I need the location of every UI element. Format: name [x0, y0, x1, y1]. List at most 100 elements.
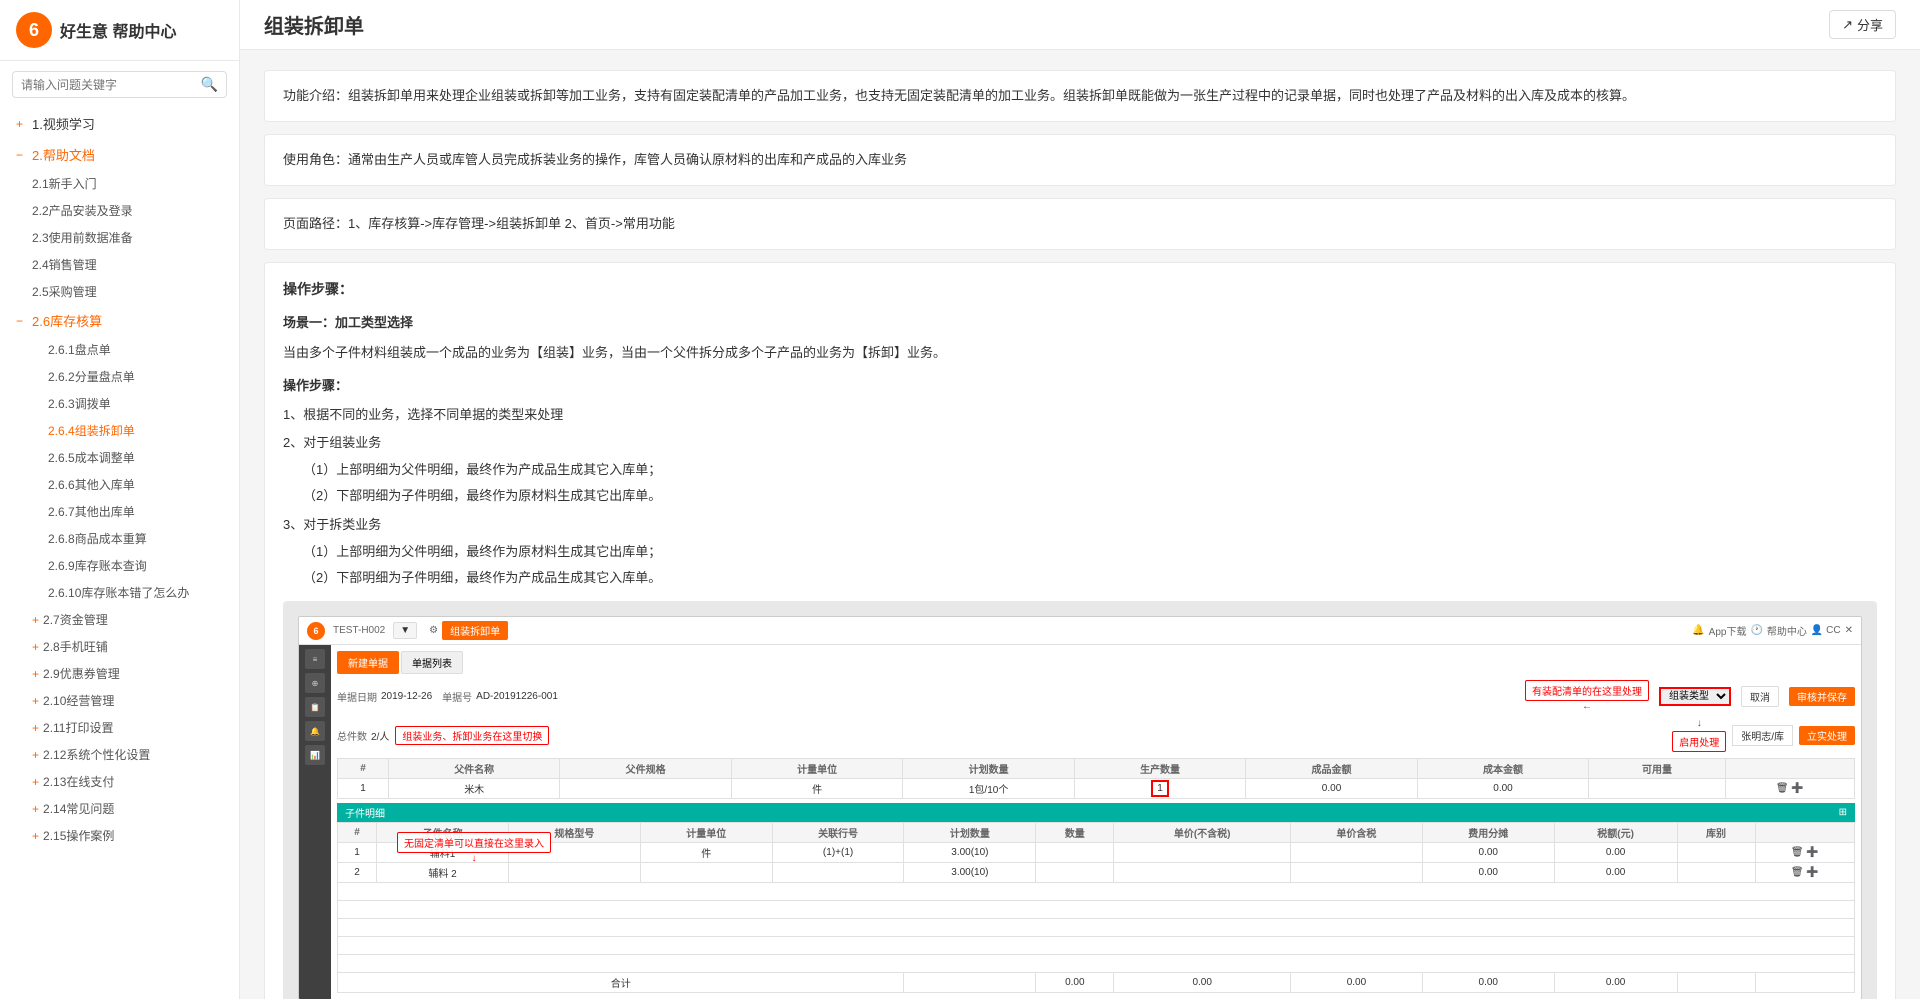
sidebar-item-label: 2.6.6其他入库单 — [48, 476, 135, 493]
search-button[interactable]: 🔍 — [201, 76, 218, 93]
sidebar-item-265[interactable]: 2.6.5成本调整单 — [0, 444, 239, 471]
lcell-ops: 🗑 ➕ — [1755, 863, 1854, 883]
confirm-btn[interactable]: 立实处理 — [1799, 726, 1855, 745]
expand-icon: + — [32, 667, 39, 681]
count-label: 总件数 — [337, 728, 367, 743]
lcell-warehouse — [1677, 863, 1755, 883]
footer-qty — [904, 973, 1036, 993]
sidebar-item-29[interactable]: + 2.9优惠券管理 — [0, 660, 239, 687]
sidebar-item-25[interactable]: 2.5采购管理 — [0, 278, 239, 305]
app-left-sidebar: ≡ ⊕ 📋 🔔 📊 — [299, 645, 331, 999]
sidebar-item-262[interactable]: 2.6.2分量盘点单 — [0, 363, 239, 390]
sidebar: 6 好生意 帮助中心 🔍 + 1.视频学习 − 2.帮助文档 2.1新手入门 2… — [0, 0, 240, 999]
sidebar-item-label: 2.帮助文档 — [32, 145, 95, 164]
sidebar-item-label: 2.6.1盘点单 — [48, 341, 111, 358]
col-cost-amount: 成本金额 — [1417, 759, 1588, 779]
col-unit: 计量单位 — [731, 759, 902, 779]
sidebar-item-266[interactable]: 2.6.6其他入库单 — [0, 471, 239, 498]
save-audit-btn[interactable]: 审核并保存 — [1789, 687, 1855, 706]
step2-1: （1）上部明细为父件明细，最终作为产成品生成其它入库单； — [283, 458, 1877, 481]
sidebar-item-23[interactable]: 2.3使用前数据准备 — [0, 224, 239, 251]
cell-prod: 1 — [1074, 779, 1245, 799]
intro-box-3: 页面路径：1、库存核算->库存管理->组装拆卸单 2、首页->常用功能 — [264, 198, 1896, 250]
sidebar-icon-2: ⊕ — [305, 673, 325, 693]
sidebar-item-label: 2.1新手入门 — [32, 175, 97, 192]
sidebar-item-211[interactable]: + 2.11打印设置 — [0, 714, 239, 741]
search-input[interactable] — [21, 78, 201, 92]
lcell-index: 2 — [338, 863, 377, 883]
col-index: # — [338, 759, 389, 779]
footer-alloc: 0.00 — [1422, 973, 1554, 993]
lcell-price-tax — [1291, 843, 1423, 863]
cell-plan: 1包/10个 — [903, 779, 1074, 799]
lcol-qty: 数量 — [1036, 823, 1114, 843]
collapse-icon: − — [16, 148, 28, 162]
lcell-plan: 3.00(10) — [904, 863, 1036, 883]
cancel-btn[interactable]: 取消 — [1741, 686, 1779, 707]
sidebar-item-docs[interactable]: − 2.帮助文档 — [0, 139, 239, 170]
type-select[interactable]: 组装类型 拆卸类型 — [1659, 687, 1731, 706]
sidebar-item-215[interactable]: + 2.15操作案例 — [0, 822, 239, 849]
share-button[interactable]: ↗ 分享 — [1829, 10, 1896, 39]
lcell-alloc: 0.00 — [1422, 843, 1554, 863]
footer-amt1: 0.00 — [1036, 973, 1114, 993]
app-nav-home: ⚙ — [429, 625, 438, 636]
expand-icon: + — [32, 748, 39, 762]
sidebar-item-label: 2.8手机旺铺 — [43, 638, 108, 655]
step3-2: （2）下部明细为子件明细，最终作为产成品生成其它入库单。 — [283, 566, 1877, 589]
lcell-unit: 件 — [640, 843, 772, 863]
search-box[interactable]: 🔍 — [12, 71, 227, 98]
lcell-related — [772, 863, 904, 883]
steps-label: 操作步骤： — [283, 374, 1877, 397]
prod-input: 1 — [1151, 780, 1169, 797]
col-available: 可用量 — [1589, 759, 1725, 779]
logo-icon: 6 — [16, 12, 52, 48]
sidebar-item-213[interactable]: + 2.13在线支付 — [0, 768, 239, 795]
sidebar-icon-3: 📋 — [305, 697, 325, 717]
cell-name: 米木 — [388, 779, 559, 799]
table-footer: 合计 0.00 0.00 0.00 0.00 0.00 — [338, 973, 1855, 993]
count-value: 2/人 — [371, 728, 389, 743]
step1: 1、根据不同的业务，选择不同单据的类型来处理 — [283, 403, 1877, 426]
cell-unit: 件 — [731, 779, 902, 799]
sidebar-item-label: 2.10经营管理 — [43, 692, 114, 709]
sidebar-item-267[interactable]: 2.6.7其他出库单 — [0, 498, 239, 525]
sidebar-item-2610[interactable]: 2.6.10库存账本错了怎么办 — [0, 579, 239, 606]
sidebar-item-261[interactable]: 2.6.1盘点单 — [0, 336, 239, 363]
sidebar-item-label: 2.6.9库存账本查询 — [48, 557, 147, 574]
sidebar-item-label: 2.6.3调拨单 — [48, 395, 111, 412]
lower-table-row: 2 辅料 2 3.00(10) — [338, 863, 1855, 883]
sidebar-item-269[interactable]: 2.6.9库存账本查询 — [0, 552, 239, 579]
intro-box-2: 使用角色：通常由生产人员或库管人员完成拆装业务的操作，库管人员确认原材料的出库和… — [264, 134, 1896, 186]
sidebar-item-263[interactable]: 2.6.3调拨单 — [0, 390, 239, 417]
site-title: 好生意 帮助中心 — [60, 18, 176, 42]
annotation-4: 无固定清单可以直接在这里录入 — [397, 832, 551, 853]
sidebar-item-264[interactable]: 2.6.4组装拆卸单 — [0, 417, 239, 444]
sidebar-item-268[interactable]: 2.6.8商品成本重算 — [0, 525, 239, 552]
sidebar-item-26[interactable]: − 2.6库存核算 — [0, 305, 239, 336]
sidebar-item-21[interactable]: 2.1新手入门 — [0, 170, 239, 197]
sidebar-item-video[interactable]: + 1.视频学习 — [0, 108, 239, 139]
sidebar-item-24[interactable]: 2.4销售管理 — [0, 251, 239, 278]
tab-list[interactable]: 单据列表 — [401, 651, 463, 674]
lcell-price-notax — [1114, 843, 1291, 863]
cell-prod-amount: 0.00 — [1246, 779, 1417, 799]
lcol-index: # — [338, 823, 377, 843]
sidebar-item-214[interactable]: + 2.14常见问题 — [0, 795, 239, 822]
steps-title: 操作步骤： — [283, 279, 1877, 299]
sidebar-item-label: 2.4销售管理 — [32, 256, 97, 273]
sidebar-item-212[interactable]: + 2.12系统个性化设置 — [0, 741, 239, 768]
tab-new[interactable]: 新建单据 — [337, 651, 399, 674]
sidebar-item-22[interactable]: 2.2产品安装及登录 — [0, 197, 239, 224]
app-new-order-btn[interactable]: 组装拆卸单 — [442, 621, 508, 640]
lcell-qty — [1036, 863, 1114, 883]
sidebar-item-210[interactable]: + 2.10经营管理 — [0, 687, 239, 714]
annotation-arrow-1: ← — [1582, 701, 1592, 712]
annotation-3-box: 启用处理 — [1672, 731, 1726, 752]
lcell-tax: 0.00 — [1554, 863, 1677, 883]
sidebar-item-28[interactable]: + 2.8手机旺铺 — [0, 633, 239, 660]
app-form-area: 新建单据 单据列表 单据日期 2019-12-26 — [331, 645, 1861, 999]
lcell-alloc: 0.00 — [1422, 863, 1554, 883]
lcol-price-notax: 单价(不含税) — [1114, 823, 1291, 843]
sidebar-item-27[interactable]: + 2.7资金管理 — [0, 606, 239, 633]
